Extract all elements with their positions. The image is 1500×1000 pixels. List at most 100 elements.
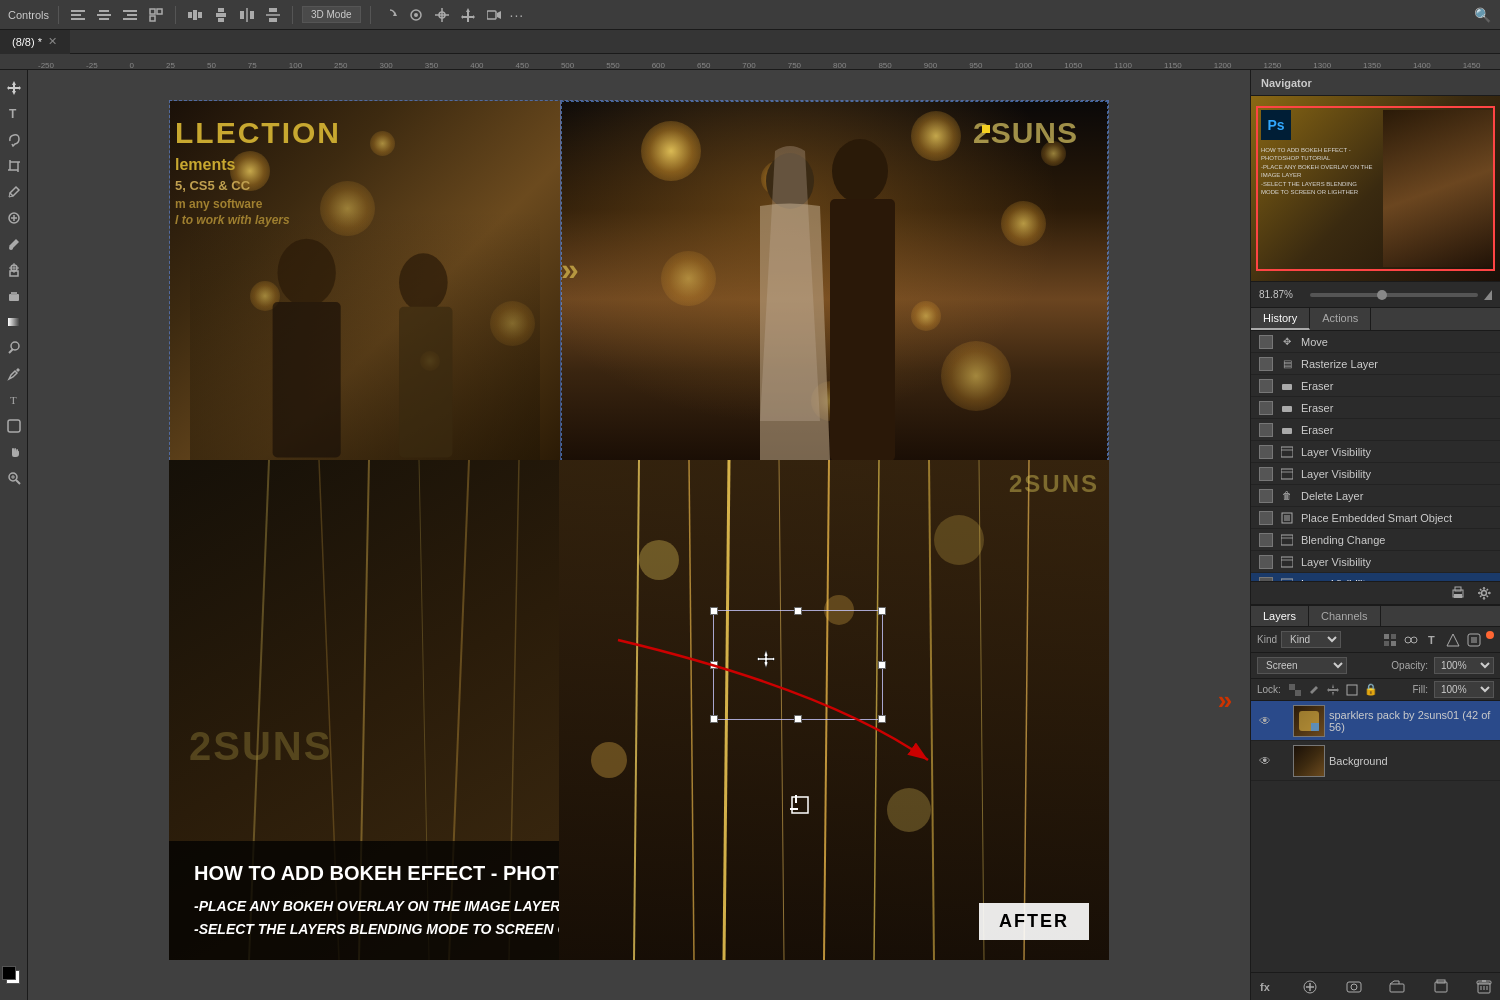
text-tool[interactable]: T — [2, 388, 26, 412]
layer-row-background[interactable]: 👁 Background — [1251, 741, 1500, 781]
svg-text:fx: fx — [1260, 981, 1271, 993]
history-item-label: Layer Visibility — [1301, 468, 1371, 480]
tab-layers[interactable]: Layers — [1251, 606, 1309, 626]
lock-paint-icon[interactable] — [1306, 682, 1322, 698]
kind-select[interactable]: Kind — [1281, 631, 1341, 648]
history-item-layer-vis1[interactable]: Layer Visibility — [1251, 441, 1500, 463]
more-options-icon[interactable]: ··· — [510, 7, 525, 23]
crop-tool[interactable] — [2, 154, 26, 178]
opacity-select[interactable]: 100% — [1434, 657, 1494, 674]
add-mask-icon[interactable] — [1344, 977, 1364, 997]
document-tab[interactable]: (8/8) * ✕ — [0, 30, 70, 54]
add-adjustment-icon[interactable] — [1300, 977, 1320, 997]
separator-4 — [370, 6, 371, 24]
heal-tool[interactable] — [2, 206, 26, 230]
delete-layer-icon[interactable] — [1474, 977, 1494, 997]
dodge-tool[interactable] — [2, 336, 26, 360]
lasso-tool[interactable] — [2, 128, 26, 152]
handle-mid-right[interactable] — [878, 661, 886, 669]
gradient-tool[interactable] — [2, 310, 26, 334]
svg-marker-32 — [497, 11, 501, 19]
tab-close-icon[interactable]: ✕ — [48, 35, 57, 48]
filter-text-icon[interactable]: T — [1423, 631, 1441, 649]
distribute-h-icon[interactable] — [185, 5, 205, 25]
layer-row-sparklers[interactable]: 👁 sparklers pack by 2suns01 (42 of 56) — [1251, 701, 1500, 741]
eraser-tool[interactable] — [2, 284, 26, 308]
fx-icon[interactable]: fx — [1257, 977, 1277, 997]
distribute-center-v-icon[interactable] — [263, 5, 283, 25]
pen-tool[interactable] — [2, 362, 26, 386]
gear-icon[interactable] — [1474, 583, 1494, 603]
filter-shape-icon[interactable] — [1444, 631, 1462, 649]
canvas-area[interactable]: LLECTION lements 5, CS5 & CC m any softw… — [28, 70, 1250, 1000]
lock-checkerboard-icon[interactable] — [1287, 682, 1303, 698]
history-item-blending[interactable]: Blending Change — [1251, 529, 1500, 551]
type-tool[interactable]: T — [2, 102, 26, 126]
history-item-eraser2[interactable]: Eraser — [1251, 397, 1500, 419]
handle-bottom-right[interactable] — [878, 715, 886, 723]
brush-tool[interactable] — [2, 232, 26, 256]
crosshair-icon[interactable] — [432, 5, 452, 25]
nav-zoom-slider[interactable] — [1310, 293, 1478, 297]
layer-eye-sparklers[interactable]: 👁 — [1257, 713, 1273, 729]
history-item-layer-vis3[interactable]: Layer Visibility — [1251, 551, 1500, 573]
create-new-layer-icon[interactable] — [1431, 977, 1451, 997]
eyedropper-tool[interactable] — [2, 180, 26, 204]
history-item-layer-vis2[interactable]: Layer Visibility — [1251, 463, 1500, 485]
3d-mode-button[interactable]: 3D Mode — [302, 6, 361, 23]
svg-rect-7 — [127, 14, 137, 16]
color-picker[interactable] — [2, 966, 26, 990]
tab-history[interactable]: History — [1251, 308, 1310, 330]
handle-bottom-left[interactable] — [710, 715, 718, 723]
print-icon[interactable] — [1448, 583, 1468, 603]
history-item-rasterize[interactable]: ▤ Rasterize Layer — [1251, 353, 1500, 375]
video-icon[interactable] — [484, 5, 504, 25]
handle-top-left[interactable] — [710, 607, 718, 615]
layers-list: 👁 sparklers pack by 2suns01 (42 of 56) — [1251, 701, 1500, 972]
rotate-icon[interactable] — [380, 5, 400, 25]
distribute-v-icon[interactable] — [211, 5, 231, 25]
zoom-tool[interactable] — [2, 466, 26, 490]
lock-all-icon[interactable]: 🔒 — [1363, 682, 1379, 698]
history-item-eraser1[interactable]: Eraser — [1251, 375, 1500, 397]
nav-zoom-thumb[interactable] — [1377, 290, 1387, 300]
create-group-icon[interactable] — [1387, 977, 1407, 997]
distribute-center-h-icon[interactable] — [237, 5, 257, 25]
handle-top-right[interactable] — [878, 607, 886, 615]
history-item-delete[interactable]: 🗑 Delete Layer — [1251, 485, 1500, 507]
history-snapshot — [1259, 533, 1273, 547]
filter-pixel-icon[interactable] — [1381, 631, 1399, 649]
lock-artboard-icon[interactable] — [1344, 682, 1360, 698]
filter-adjustment-icon[interactable] — [1402, 631, 1420, 649]
fill-select[interactable]: 100% — [1434, 681, 1494, 698]
align-left-icon[interactable] — [68, 5, 88, 25]
history-item-layer-vis4[interactable]: Layer Visibility — [1251, 573, 1500, 581]
blend-mode-select[interactable]: Screen Normal Multiply Overlay — [1257, 657, 1347, 674]
layer-eye-background[interactable]: 👁 — [1257, 753, 1273, 769]
transform-icon[interactable] — [146, 5, 166, 25]
navigator-header[interactable]: Navigator — [1251, 70, 1500, 96]
move-tool-icon[interactable] — [458, 5, 478, 25]
canvas-main-image: 2SUNS » — [560, 101, 1108, 461]
lock-move-icon[interactable] — [1325, 682, 1341, 698]
tab-channels[interactable]: Channels — [1309, 606, 1380, 626]
history-item-move[interactable]: ✥ Move — [1251, 331, 1500, 353]
shape-tool[interactable] — [2, 414, 26, 438]
handle-top-mid[interactable] — [794, 607, 802, 615]
move-tool[interactable] — [2, 76, 26, 100]
align-right-icon[interactable] — [120, 5, 140, 25]
history-item-place-smart[interactable]: Place Embedded Smart Object — [1251, 507, 1500, 529]
svg-rect-53 — [8, 420, 20, 432]
align-center-icon[interactable] — [94, 5, 114, 25]
opacity-label: Opacity: — [1391, 660, 1428, 671]
clone-tool[interactable] — [2, 258, 26, 282]
global-search-icon[interactable]: 🔍 — [1472, 5, 1492, 25]
handle-bottom-mid[interactable] — [794, 715, 802, 723]
hand-tool[interactable] — [2, 440, 26, 464]
symmetry-icon[interactable] — [406, 5, 426, 25]
tab-actions[interactable]: Actions — [1310, 308, 1371, 330]
history-item-eraser3[interactable]: Eraser — [1251, 419, 1500, 441]
filter-smart-icon[interactable] — [1465, 631, 1483, 649]
handle-mid-left[interactable] — [710, 661, 718, 669]
main-area: T T — [0, 70, 1500, 1000]
